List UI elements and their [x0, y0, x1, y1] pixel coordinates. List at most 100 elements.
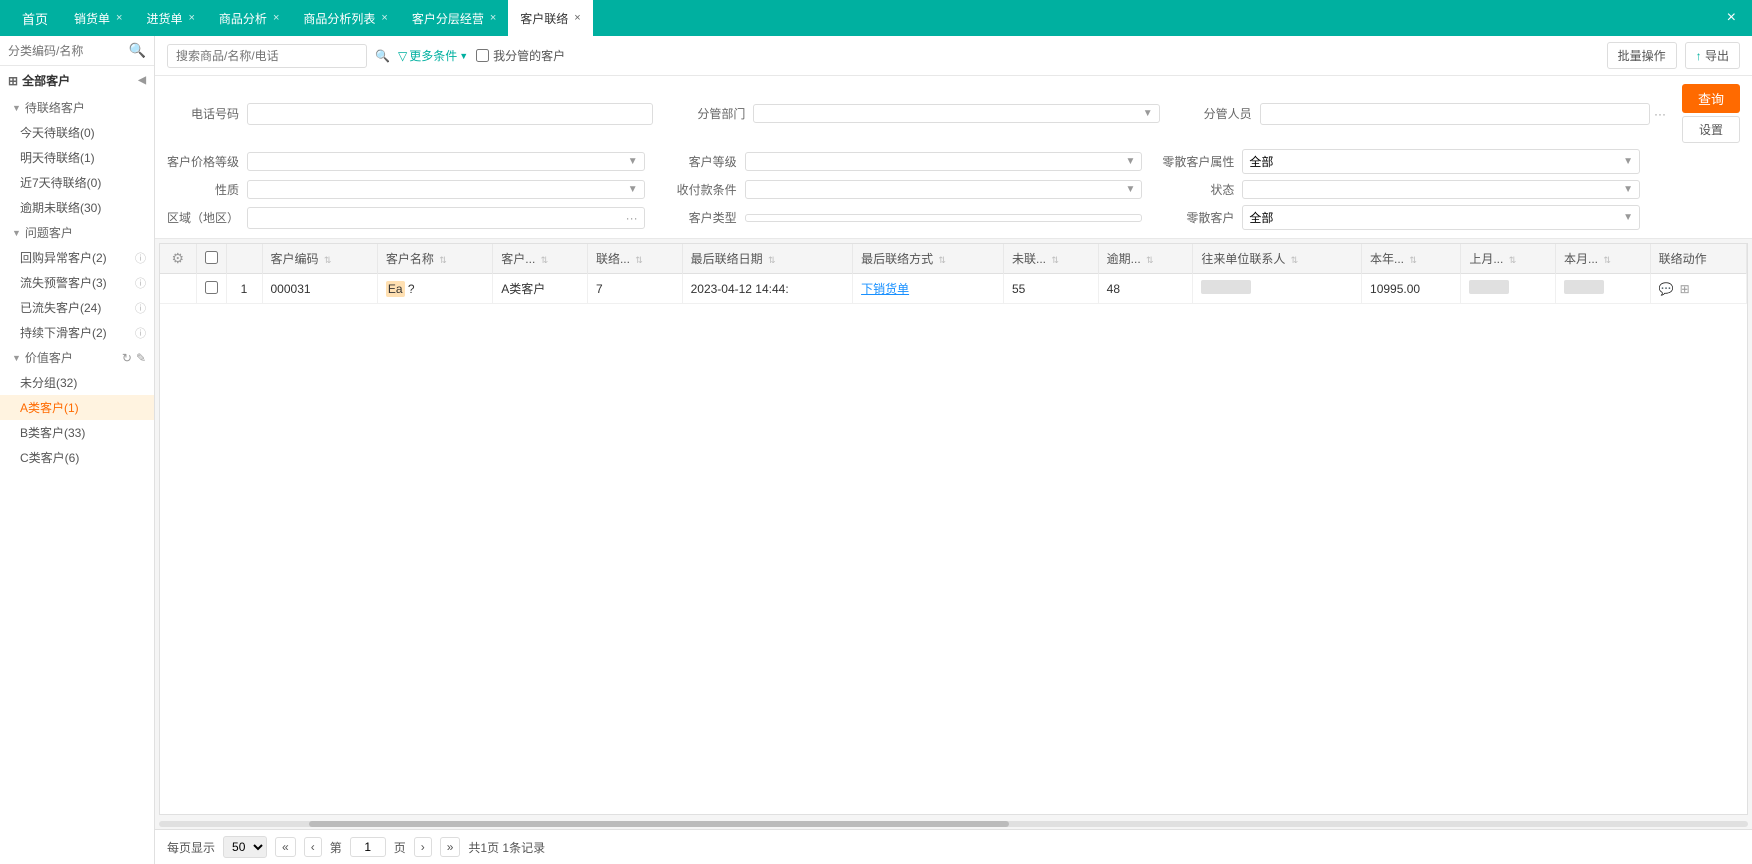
sidebar-item-a-class[interactable]: A类客户(1) — [0, 395, 154, 420]
col-action-header: 联络动作 — [1650, 244, 1746, 274]
payment-label: 收付款条件 — [665, 181, 745, 198]
nav-home[interactable]: 首页 — [8, 0, 62, 36]
search-input[interactable] — [167, 44, 367, 68]
col-level-header: 客户... ⇅ — [493, 244, 588, 274]
region-dots-icon[interactable]: ··· — [626, 211, 638, 225]
nav-tab-jinhuo[interactable]: 进货单 × — [134, 0, 206, 36]
sort-lastmethod-icon[interactable]: ⇅ — [938, 255, 946, 265]
sidebar-item-7days[interactable]: 近7天待联络(0) — [0, 170, 154, 195]
scatter-attr-select[interactable]: 全部 ▼ — [1242, 149, 1640, 174]
gear-settings-icon[interactable]: ⚙ — [171, 250, 184, 266]
export-button[interactable]: ↑ 导出 — [1685, 42, 1740, 69]
sort-lastmonth-icon[interactable]: ⇅ — [1509, 255, 1517, 265]
sidebar-item-tomorrow[interactable]: 明天待联络(1) — [0, 145, 154, 170]
sort-uncontacted-icon[interactable]: ⇅ — [1051, 255, 1059, 265]
group-problem-customers[interactable]: ▼ 问题客户 — [0, 220, 154, 245]
scrollbar-thumb[interactable] — [309, 821, 1009, 827]
col-name-header: 客户名称 ⇅ — [377, 244, 492, 274]
close-tab-shangpinanalysis[interactable]: × — [273, 12, 279, 24]
col-thisyear-header: 本年... ⇅ — [1362, 244, 1461, 274]
next-page-button[interactable]: › — [414, 837, 432, 857]
sidebar-item-today[interactable]: 今天待联络(0) — [0, 120, 154, 145]
sort-name-icon[interactable]: ⇅ — [439, 255, 447, 265]
table-header-row: ⚙ 客户编码 ⇅ 客户名称 ⇅ — [160, 244, 1747, 274]
close-tab-jinhuo[interactable]: × — [188, 12, 194, 24]
top-nav: 首页 销货单 × 进货单 × 商品分析 × 商品分析列表 × 客户分层经营 × … — [0, 0, 1752, 36]
table-footer: 每页显示 50 « ‹ 第 页 › » 共1页 1条记录 — [155, 829, 1752, 864]
customer-level-select[interactable]: ▼ — [745, 152, 1143, 171]
sidebar-item-b-class[interactable]: B类客户(33) — [0, 420, 154, 445]
sort-lastdate-icon[interactable]: ⇅ — [768, 255, 776, 265]
all-customers-header[interactable]: ⊞ 全部客户 ◀ — [0, 66, 154, 95]
page-number-input[interactable] — [350, 837, 386, 857]
col-uncontacted-header: 未联... ⇅ — [1004, 244, 1099, 274]
nav-tab-shangpinlist[interactable]: 商品分析列表 × — [291, 0, 399, 36]
nav-tab-shangpinanalysis[interactable]: 商品分析 × — [207, 0, 291, 36]
status-select[interactable]: ▼ — [1242, 180, 1640, 199]
prev-page-button[interactable]: ‹ — [304, 837, 322, 857]
sort-thisyear-icon[interactable]: ⇅ — [1409, 255, 1417, 265]
scatter-customer-select[interactable]: 全部 ▼ — [1242, 205, 1640, 230]
filter-row-4: 区域（地区） ··· 客户类型 零散客户 — [167, 205, 1740, 230]
sidebar-search-input[interactable] — [8, 44, 129, 58]
last-method-link[interactable]: 下销货单 — [861, 282, 909, 296]
page-total-label: 页 — [394, 839, 406, 856]
sort-overdue-icon[interactable]: ⇅ — [1146, 255, 1154, 265]
search-button[interactable]: 🔍 — [375, 49, 390, 63]
edit-icon[interactable]: ✎ — [136, 351, 146, 365]
message-action-icon[interactable]: 💬 — [1659, 282, 1674, 296]
close-tab-xiaohuo[interactable]: × — [116, 12, 122, 24]
sort-level-icon[interactable]: ⇅ — [541, 255, 549, 265]
nav-tab-kehufen[interactable]: 客户分层经营 × — [400, 0, 508, 36]
qr-action-icon[interactable]: ⊞ — [1680, 282, 1690, 296]
close-tab-shangpinlist[interactable]: × — [381, 12, 387, 24]
horizontal-scrollbar[interactable] — [159, 819, 1748, 829]
row-checkbox[interactable] — [205, 281, 218, 294]
region-select[interactable]: ··· — [247, 207, 645, 229]
collapse-icon: ◀ — [138, 75, 146, 86]
select-all-checkbox[interactable] — [205, 251, 218, 264]
dept-label: 分管部门 — [673, 105, 753, 122]
phone-input[interactable] — [247, 103, 653, 125]
my-customers-checkbox-label[interactable]: 我分管的客户 — [476, 47, 565, 64]
person-dots-icon[interactable]: ··· — [1654, 107, 1666, 121]
nav-tab-kehu-liangluo[interactable]: 客户联络 × — [508, 0, 592, 36]
scatter-attr-caret-icon: ▼ — [1623, 156, 1633, 167]
sort-thismonth-icon[interactable]: ⇅ — [1603, 255, 1611, 265]
col-overdue-header: 逾期... ⇅ — [1098, 244, 1193, 274]
more-filters-button[interactable]: ▽ 更多条件 ▼ — [398, 47, 468, 64]
window-close-button[interactable]: × — [1719, 9, 1744, 27]
person-input[interactable] — [1260, 103, 1650, 125]
sidebar-item-c-class[interactable]: C类客户(6) — [0, 445, 154, 470]
sort-person-icon[interactable]: ⇅ — [1291, 255, 1299, 265]
query-button[interactable]: 查询 — [1682, 84, 1740, 113]
nature-select[interactable]: ▼ — [247, 180, 645, 199]
page-size-select[interactable]: 50 — [223, 836, 267, 858]
settings-button[interactable]: 设置 — [1682, 116, 1740, 143]
sidebar-item-overdue[interactable]: 逾期未联络(30) — [0, 195, 154, 220]
sidebar-item-ungroup[interactable]: 未分组(32) — [0, 370, 154, 395]
batch-operation-button[interactable]: 批量操作 — [1607, 42, 1677, 69]
sidebar-item-abnormal[interactable]: 回购异常客户(2) ⓘ — [0, 245, 154, 270]
sidebar-search-icon[interactable]: 🔍 — [129, 42, 146, 59]
group-pending-contact[interactable]: ▼ 待联络客户 — [0, 95, 154, 120]
col-check — [196, 244, 226, 274]
sidebar-item-warning[interactable]: 流失预警客户(3) ⓘ — [0, 270, 154, 295]
close-tab-kehu-liangluo[interactable]: × — [574, 12, 580, 24]
last-page-button[interactable]: » — [440, 837, 461, 857]
dept-select[interactable]: ▼ — [753, 104, 1159, 123]
my-customers-checkbox[interactable] — [476, 49, 489, 62]
group-value-customers[interactable]: ▼ 价值客户 ↻ ✎ — [0, 345, 154, 370]
sidebar-item-lost[interactable]: 已流失客户(24) ⓘ — [0, 295, 154, 320]
sort-contact-icon[interactable]: ⇅ — [635, 255, 643, 265]
payment-select[interactable]: ▼ — [745, 180, 1143, 199]
price-level-select[interactable]: ▼ — [247, 152, 645, 171]
customer-level-label: 客户等级 — [665, 153, 745, 170]
close-tab-kehufen[interactable]: × — [490, 12, 496, 24]
refresh-icon[interactable]: ↻ — [122, 351, 132, 365]
customer-type-select[interactable] — [745, 214, 1143, 222]
sort-code-icon[interactable]: ⇅ — [324, 255, 332, 265]
nav-tab-xiaohuo[interactable]: 销货单 × — [62, 0, 134, 36]
first-page-button[interactable]: « — [275, 837, 296, 857]
sidebar-item-declining[interactable]: 持续下滑客户(2) ⓘ — [0, 320, 154, 345]
